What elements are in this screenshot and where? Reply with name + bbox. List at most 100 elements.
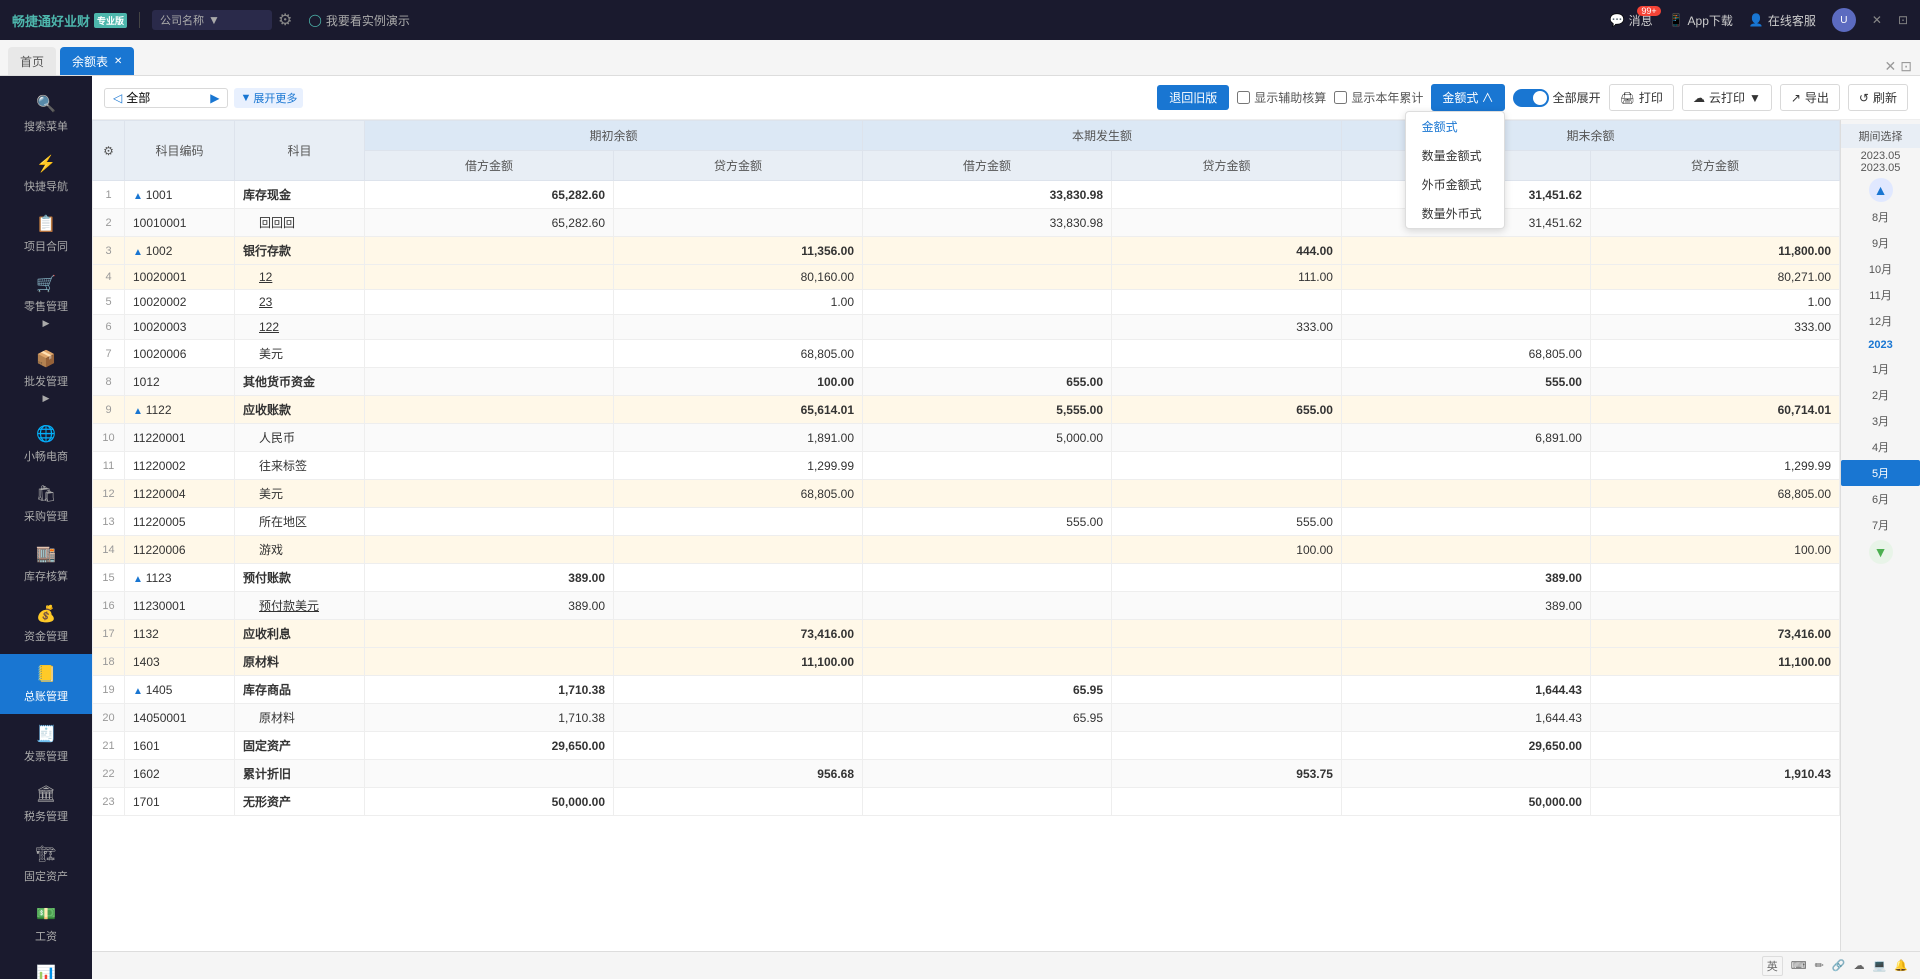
minimize-btn[interactable]: ⊡ — [1898, 13, 1908, 27]
period-4[interactable]: 4月 — [1841, 434, 1920, 460]
th-settings[interactable]: ⚙ — [93, 121, 125, 181]
tab-balance[interactable]: 余额表 ✕ — [60, 47, 134, 75]
period-10[interactable]: 10月 — [1841, 256, 1920, 282]
expand-all-toggle[interactable]: 全部展开 — [1513, 89, 1601, 107]
period-1[interactable]: 1月 — [1841, 356, 1920, 382]
close-app-btn[interactable]: ✕ — [1872, 13, 1882, 27]
payroll-icon: 💵 — [36, 904, 56, 924]
tab-close-btn[interactable]: ✕ — [114, 56, 122, 67]
sidebar-item-purchase[interactable]: 🛍 采购管理 — [0, 474, 92, 534]
row-num: 3 — [93, 237, 125, 265]
row-num: 13 — [93, 508, 125, 536]
row-num: 11 — [93, 452, 125, 480]
row-name[interactable]: 23 — [235, 290, 365, 315]
sidebar-item-invoice[interactable]: 🧾 发票管理 — [0, 714, 92, 774]
sidebar-item-wholesale[interactable]: 📦 批发管理 ▶ — [0, 339, 92, 414]
status-bell[interactable]: 🔔 — [1894, 959, 1908, 972]
view-mode-btn[interactable]: 金额式 ∧ — [1431, 84, 1504, 111]
user-avatar-btn[interactable]: U — [1832, 8, 1856, 32]
sidebar-item-assets[interactable]: 🏗 固定资产 — [0, 834, 92, 894]
dropdown-item-3[interactable]: 数量外币式 — [1406, 199, 1504, 228]
dropdown-item-1[interactable]: 数量金额式 — [1406, 141, 1504, 170]
period-down-btn[interactable]: ▼ — [1869, 540, 1893, 564]
row-opening-credit: 100.00 — [614, 368, 863, 396]
tab-home[interactable]: 首页 — [8, 47, 56, 75]
row-name[interactable]: 122 — [235, 315, 365, 340]
row-name[interactable]: 12 — [235, 265, 365, 290]
view-mode-dropdown[interactable]: 金额式 ∧ 金额式 数量金额式 外币金额式 数量外币式 — [1431, 84, 1504, 111]
status-lang[interactable]: 英 — [1762, 956, 1783, 976]
search-arrow-left[interactable]: ◁ — [113, 91, 122, 105]
period-5[interactable]: 5月 — [1841, 460, 1920, 486]
sidebar-item-retail[interactable]: 🛒 零售管理 ▶ — [0, 264, 92, 339]
ytd-checkbox[interactable] — [1334, 91, 1347, 104]
maximize-btn[interactable]: ⊡ — [1900, 58, 1912, 75]
row-opening-credit: 1,299.99 — [614, 452, 863, 480]
sidebar-item-ecommerce[interactable]: 🌐 小畅电商 — [0, 414, 92, 474]
search-box[interactable]: ◁ ▶ — [104, 88, 228, 108]
sidebar-item-operations[interactable]: 📊 经营管理 — [0, 954, 92, 979]
sidebar-item-project[interactable]: 📋 项目合同 — [0, 204, 92, 264]
refresh-btn[interactable]: ↺ 刷新 — [1848, 84, 1908, 111]
dropdown-item-2[interactable]: 外币金额式 — [1406, 170, 1504, 199]
row-opening-debit — [365, 237, 614, 265]
app-download-btn[interactable]: 📱 App下载 — [1669, 12, 1733, 29]
sidebar-item-stock[interactable]: 🏬 库存核算 — [0, 534, 92, 594]
cloud-print-btn[interactable]: ☁ 云打印 ▼ — [1682, 84, 1772, 111]
column-settings-icon[interactable]: ⚙ — [103, 144, 114, 158]
row-current-debit — [863, 620, 1112, 648]
status-keyboard[interactable]: ⌨ — [1791, 959, 1807, 972]
sidebar-item-quick-nav[interactable]: ⚡ 快捷导航 — [0, 144, 92, 204]
row-current-debit: 65.95 — [863, 676, 1112, 704]
period-12[interactable]: 12月 — [1841, 308, 1920, 334]
demo-link[interactable]: ◯ 我要看实例演示 — [308, 12, 409, 29]
row-current-credit — [1112, 732, 1342, 760]
period-3[interactable]: 3月 — [1841, 408, 1920, 434]
table-row: 1011220001人民币1,891.005,000.006,891.00 — [93, 424, 1840, 452]
search-arrow-right[interactable]: ▶ — [210, 91, 219, 105]
row-name: 回回回 — [235, 209, 365, 237]
dropdown-item-0[interactable]: 金额式 — [1406, 112, 1504, 141]
app-badge: 专业版 — [94, 13, 127, 28]
online-service-btn[interactable]: 👤 在线客服 — [1749, 12, 1816, 29]
export-btn[interactable]: ↗ 导出 — [1780, 84, 1840, 111]
period-11[interactable]: 11月 — [1841, 282, 1920, 308]
auxiliary-checkbox[interactable] — [1237, 91, 1250, 104]
expand-more-btn[interactable]: ▼ 展开更多 — [234, 88, 303, 108]
cloud-print-icon: ☁ — [1693, 91, 1705, 105]
sidebar-item-capital[interactable]: 💰 资金管理 — [0, 594, 92, 654]
period-6[interactable]: 6月 — [1841, 486, 1920, 512]
period-9[interactable]: 9月 — [1841, 230, 1920, 256]
period-title: 期间选择 — [1841, 124, 1920, 148]
return-old-btn[interactable]: 退回旧版 — [1157, 85, 1229, 110]
row-num: 21 — [93, 732, 125, 760]
row-closing-credit: 100.00 — [1590, 536, 1839, 564]
row-code: 10020001 — [125, 265, 235, 290]
period-2[interactable]: 2月 — [1841, 382, 1920, 408]
search-input[interactable] — [126, 91, 206, 105]
period-2023[interactable]: 2023 — [1841, 334, 1920, 356]
print-btn[interactable]: 🖨 打印 — [1609, 84, 1674, 111]
toggle-track[interactable] — [1513, 89, 1549, 107]
period-8[interactable]: 8月 — [1841, 204, 1920, 230]
sidebar-item-tax[interactable]: 🏛 税务管理 — [0, 774, 92, 834]
row-closing-debit: 389.00 — [1341, 592, 1590, 620]
period-up-btn[interactable]: ▲ — [1869, 178, 1893, 202]
message-btn[interactable]: 💬 消息 99+ — [1610, 12, 1653, 29]
search-company[interactable]: 公司名称 ▼ — [152, 10, 272, 30]
show-ytd-check[interactable]: 显示本年累计 — [1334, 89, 1423, 106]
period-7[interactable]: 7月 — [1841, 512, 1920, 538]
row-opening-debit — [365, 290, 614, 315]
wholesale-icon: 📦 — [36, 349, 56, 369]
sidebar-item-payroll[interactable]: 💵 工资 — [0, 894, 92, 954]
sidebar-item-ledger[interactable]: 📒 总账管理 — [0, 654, 92, 714]
sidebar-item-ledger-label: 总账管理 — [24, 688, 68, 704]
row-closing-debit: 6,891.00 — [1341, 424, 1590, 452]
show-auxiliary-check[interactable]: 显示辅助核算 — [1237, 89, 1326, 106]
row-name[interactable]: 预付款美元 — [235, 592, 365, 620]
refresh-icon: ↺ — [1859, 91, 1869, 105]
sidebar-item-search[interactable]: 🔍 搜索菜单 — [0, 84, 92, 144]
tab-list-btn[interactable]: ✕ — [1885, 58, 1897, 75]
row-closing-debit — [1341, 648, 1590, 676]
settings-gear[interactable]: ⚙ — [278, 10, 292, 30]
